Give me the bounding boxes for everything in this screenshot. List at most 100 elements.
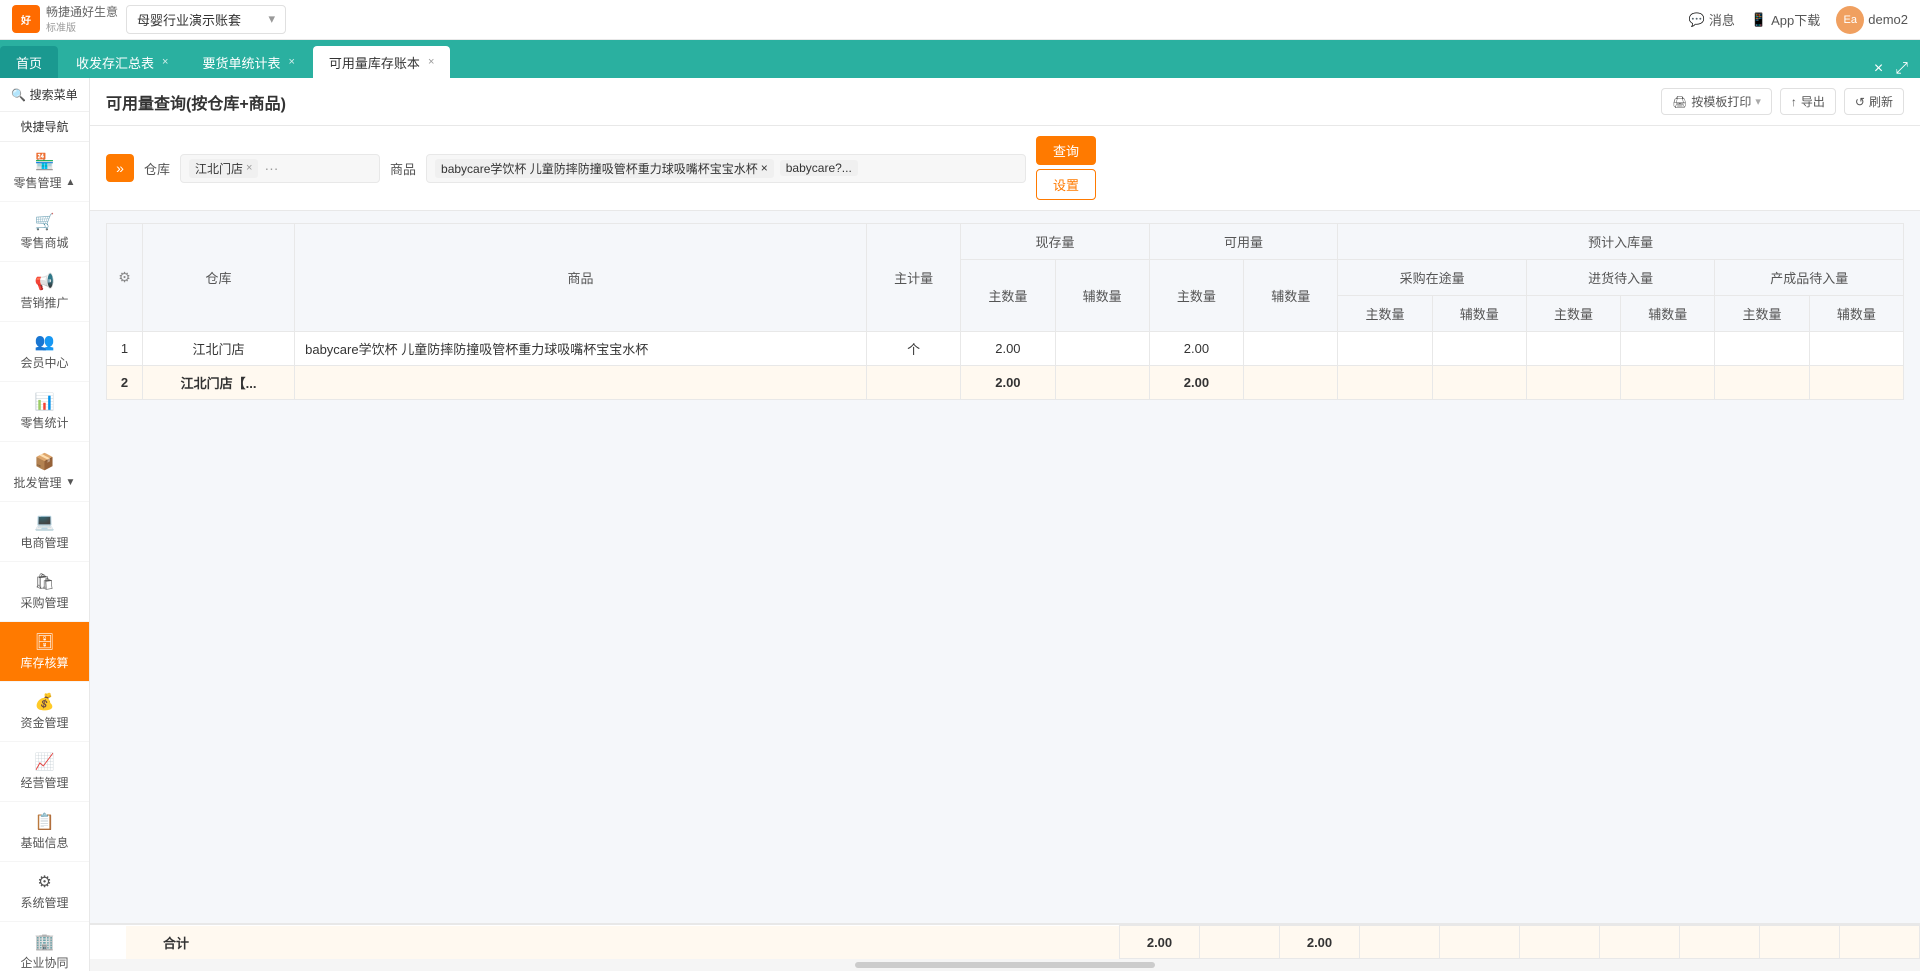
btn-refresh-label: 刷新 — [1869, 93, 1893, 110]
refresh-icon: ↺ — [1855, 95, 1865, 109]
sidebar-item-marketing[interactable]: 📢 营销推广 — [0, 262, 89, 322]
sidebar-item-basic[interactable]: 📋 基础信息 — [0, 802, 89, 862]
sidebar-item-enterprise[interactable]: 🏢 企业协同 — [0, 922, 89, 971]
chevron-down-icon: ▾ — [1755, 95, 1761, 108]
col-stock-aux-header: 辅数量 — [1055, 260, 1149, 332]
sidebar-search-label: 搜索菜单 — [30, 88, 78, 102]
col-production-aux-header: 辅数量 — [1809, 296, 1903, 332]
col-incoming-group-header: 进货待入量 — [1526, 260, 1715, 296]
cell-incoming-aux — [1621, 332, 1715, 366]
sidebar-item-retail-mall[interactable]: 🛒 零售商城 — [0, 202, 89, 262]
filter-area: » 仓库 江北门店 × ··· 商品 babycare学饮杯 儿童防摔防撞吸管杯… — [90, 126, 1920, 211]
content-area: 可用量查询(按仓库+商品) 🖨 按模板打印 ▾ ↑ 导出 ↺ 刷新 — [90, 78, 1920, 971]
btn-template-print[interactable]: 🖨 按模板打印 ▾ — [1661, 88, 1772, 115]
cell-avail-aux — [1244, 332, 1338, 366]
btn-settings[interactable]: 设置 — [1036, 169, 1096, 200]
cell-stock-main-2: 2.00 — [961, 366, 1055, 400]
col-production-main-header: 主数量 — [1715, 296, 1809, 332]
user-area[interactable]: Ea demo2 — [1836, 6, 1908, 34]
cell-purchase-aux-2 — [1432, 366, 1526, 400]
tab-close-all-icon[interactable]: × — [1870, 60, 1887, 78]
member-icon: 👥 — [35, 332, 55, 352]
tab-home-label: 首页 — [16, 53, 42, 72]
header-right: 💬 消息 📱 App下载 Ea demo2 — [1689, 6, 1908, 34]
business-icon: 📈 — [35, 752, 55, 772]
table-row-subtotal: 2 江北门店【... 2.00 2.00 — [107, 366, 1904, 400]
cell-avail-main-2: 2.00 — [1149, 366, 1243, 400]
tab-receipt-summary[interactable]: 收发存汇总表 × — [60, 46, 184, 78]
warehouse-more-icon[interactable]: ··· — [264, 160, 278, 176]
btn-query[interactable]: 查询 — [1036, 136, 1096, 165]
sidebar-search[interactable]: 🔍 搜索菜单 — [0, 78, 89, 112]
logo-area: 好 畅捷通好生意 标准版 — [12, 5, 118, 34]
filter-actions: 查询 设置 — [1036, 136, 1096, 200]
cell-incoming-main-2 — [1526, 366, 1620, 400]
col-settings-header[interactable]: ⚙ — [107, 224, 143, 332]
cell-product-2 — [295, 366, 867, 400]
product-tag-1-close[interactable]: × — [761, 161, 768, 175]
warehouse-tag-close[interactable]: × — [246, 162, 252, 174]
sidebar-item-purchase[interactable]: 🛍 采购管理 — [0, 562, 89, 622]
col-forecast-group-header: 预计入库量 — [1338, 224, 1904, 260]
tab-close-icon[interactable]: × — [162, 56, 168, 68]
sidebar-item-wholesale[interactable]: 📦 批发管理 ▼ — [0, 442, 89, 502]
sidebar-item-retail-stats[interactable]: 📊 零售统计 — [0, 382, 89, 442]
industry-selector[interactable]: 母婴行业演示账套 ▾ — [126, 5, 286, 34]
tab-close-icon[interactable]: × — [288, 56, 294, 68]
tab-inventory-ledger[interactable]: 可用量库存账本 × — [313, 46, 450, 78]
sidebar: 🔍 搜索菜单 快捷导航 🏪 零售管理 ▲ 🛒 零售商城 📢 营销推广 👥 会员中… — [0, 78, 90, 971]
chevron-right-icon: » — [116, 160, 124, 176]
cell-purchase-main-2 — [1338, 366, 1432, 400]
warehouse-filter-field[interactable]: 江北门店 × ··· — [180, 154, 380, 183]
btn-export[interactable]: ↑ 导出 — [1780, 88, 1836, 115]
tab-order-stats[interactable]: 要货单统计表 × — [186, 46, 310, 78]
cell-stock-aux-2 — [1055, 366, 1149, 400]
footer-row: 合计 2.00 2.00 — [90, 926, 1920, 959]
tab-bar-actions: × ⤢ — [1870, 60, 1920, 78]
table-row: 1 江北门店 babycare学饮杯 儿童防摔防撞吸管杯重力球吸嘴杯宝宝水杯 个… — [107, 332, 1904, 366]
sidebar-item-finance[interactable]: 💰 资金管理 — [0, 682, 89, 742]
sidebar-item-ecommerce[interactable]: 💻 电商管理 — [0, 502, 89, 562]
footer-label: 合计 — [126, 926, 226, 959]
tab-close-icon[interactable]: × — [428, 56, 434, 68]
btn-export-label: 导出 — [1801, 93, 1825, 110]
gear-icon[interactable]: ⚙ — [118, 269, 131, 285]
mall-icon: 🛒 — [35, 212, 55, 232]
export-icon: ↑ — [1791, 95, 1797, 109]
tab-home[interactable]: 首页 — [0, 46, 58, 78]
mobile-icon: 📱 — [1751, 12, 1767, 28]
sidebar-item-business[interactable]: 📈 经营管理 — [0, 742, 89, 802]
stats-icon: 📊 — [35, 392, 55, 412]
marketing-icon: 📢 — [35, 272, 55, 292]
col-purchase-main-header: 主数量 — [1338, 296, 1432, 332]
main-layout: 🔍 搜索菜单 快捷导航 🏪 零售管理 ▲ 🛒 零售商城 📢 营销推广 👥 会员中… — [0, 78, 1920, 971]
btn-refresh[interactable]: ↺ 刷新 — [1844, 88, 1904, 115]
sidebar-item-retail[interactable]: 🏪 零售管理 ▲ — [0, 142, 89, 202]
cell-warehouse: 江北门店 — [143, 332, 295, 366]
cell-stock-aux — [1055, 332, 1149, 366]
sidebar-item-system[interactable]: ⚙ 系统管理 — [0, 862, 89, 922]
app-download-action[interactable]: 📱 App下载 — [1751, 10, 1820, 29]
app-download-label: App下载 — [1771, 10, 1820, 29]
col-incoming-main-header: 主数量 — [1526, 296, 1620, 332]
logo-text-area: 畅捷通好生意 标准版 — [46, 5, 118, 34]
tab-maximize-icon[interactable]: ⤢ — [1891, 60, 1912, 78]
sidebar-quick-nav[interactable]: 快捷导航 — [0, 112, 89, 142]
industry-selector-text: 母婴行业演示账套 — [137, 10, 241, 29]
sidebar-item-inventory[interactable]: 🗄 库存核算 — [0, 622, 89, 682]
page-title: 可用量查询(按仓库+商品) — [106, 90, 286, 124]
col-product-header: 商品 — [295, 224, 867, 332]
enterprise-icon: 🏢 — [35, 932, 55, 952]
sidebar-item-member[interactable]: 👥 会员中心 — [0, 322, 89, 382]
data-table: ⚙ 仓库 商品 主计量 现存量 — [106, 223, 1904, 400]
header-left: 好 畅捷通好生意 标准版 母婴行业演示账套 ▾ — [12, 5, 286, 34]
system-icon: ⚙ — [37, 872, 51, 892]
col-avail-group-header: 可用量 — [1149, 224, 1338, 260]
scrollbar-thumb[interactable] — [855, 962, 1155, 968]
search-icon: 🔍 — [11, 88, 26, 102]
wholesale-icon: 📦 — [35, 452, 55, 472]
message-action[interactable]: 💬 消息 — [1689, 10, 1735, 29]
product-filter-field[interactable]: babycare学饮杯 儿童防摔防撞吸管杯重力球吸嘴杯宝宝水杯 × babyca… — [426, 154, 1026, 183]
filter-toggle-btn[interactable]: » — [106, 154, 134, 182]
cell-stock-main: 2.00 — [961, 332, 1055, 366]
